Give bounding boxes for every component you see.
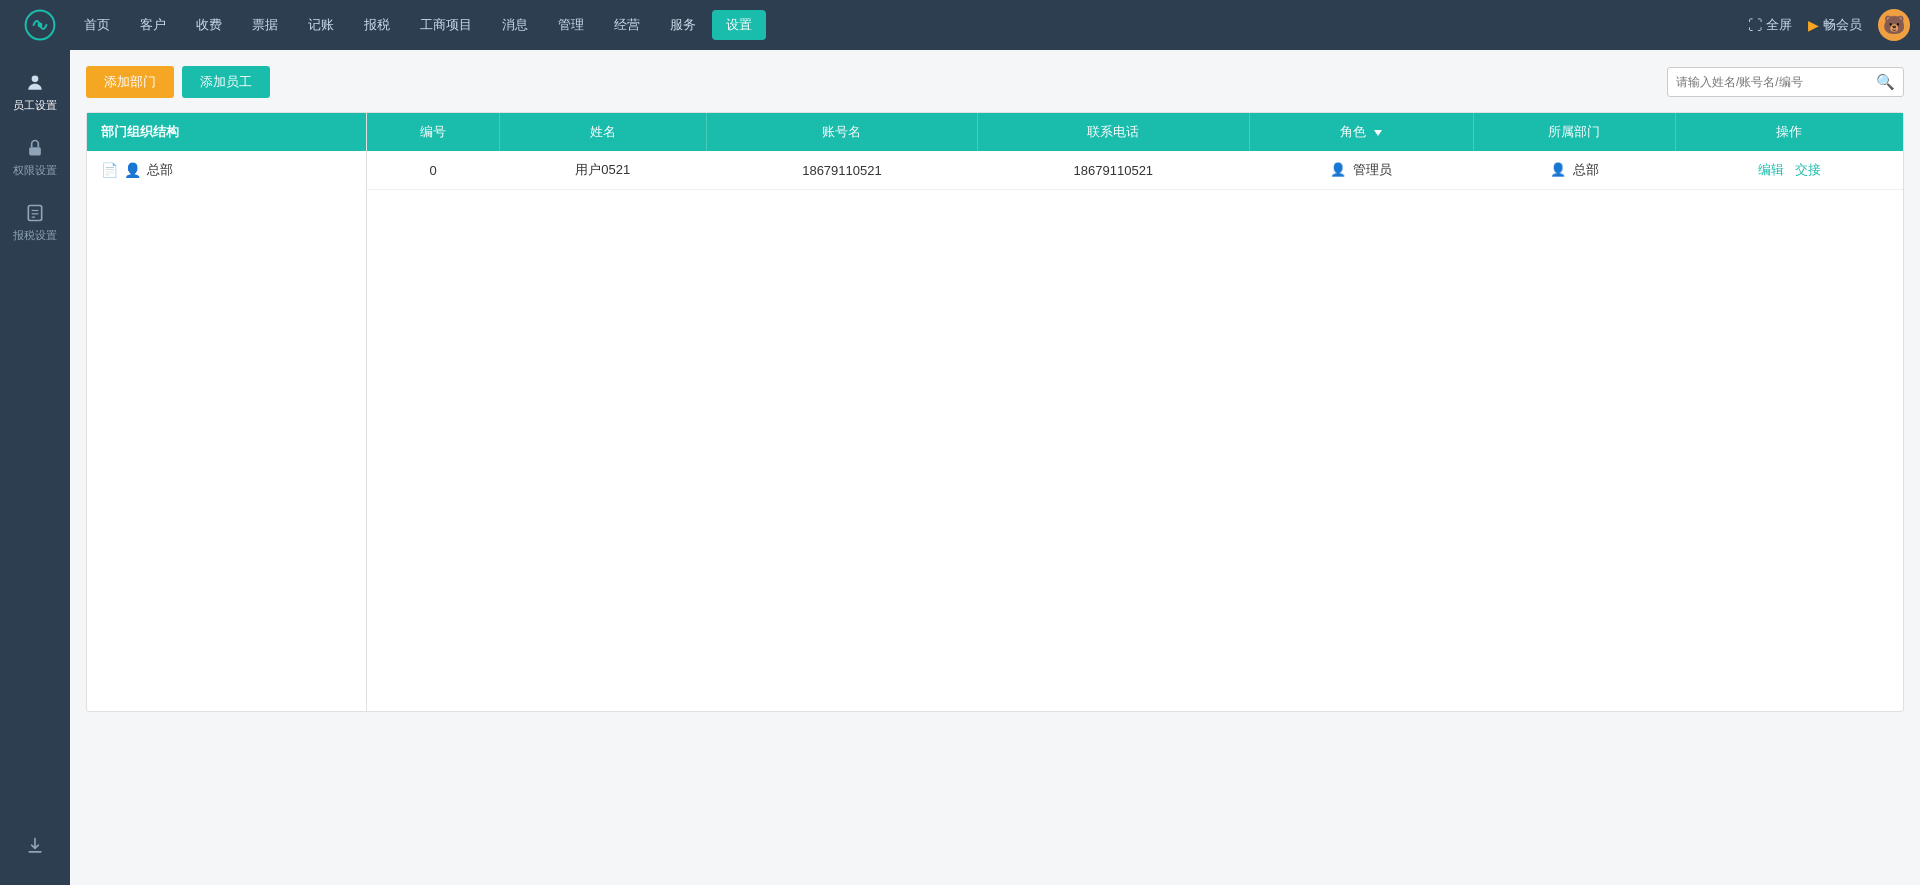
table-row: 0 用户0521 18679110521 18679110521 👤 管理员 👤… [367, 151, 1903, 190]
col-header-name: 姓名 [499, 113, 706, 151]
add-employee-button[interactable]: 添加员工 [182, 66, 270, 98]
filter-icon [1374, 130, 1382, 136]
svg-point-2 [32, 76, 39, 83]
fullscreen-button[interactable]: ⛶ 全屏 [1748, 16, 1792, 34]
download-icon [24, 835, 46, 857]
add-dept-button[interactable]: 添加部门 [86, 66, 174, 98]
sidebar-item-permission[interactable]: 权限设置 [0, 125, 70, 190]
col-header-account: 账号名 [706, 113, 977, 151]
nav-item-fee[interactable]: 收费 [182, 10, 236, 40]
role-user-icon: 👤 [1330, 162, 1346, 177]
col-header-id: 编号 [367, 113, 499, 151]
nav-item-settings[interactable]: 设置 [712, 10, 766, 40]
dept-row-icon: 👤 [1550, 162, 1566, 177]
nav-item-manage[interactable]: 管理 [544, 10, 598, 40]
col-header-dept: 所属部门 [1473, 113, 1675, 151]
search-box: 🔍 [1667, 67, 1904, 97]
nav-item-bizproject[interactable]: 工商项目 [406, 10, 486, 40]
tree-panel: 部门组织结构 📄 👤 总部 [87, 113, 367, 711]
tax-icon [24, 202, 46, 224]
col-header-phone: 联系电话 [978, 113, 1249, 151]
svg-point-1 [38, 23, 43, 28]
nav-item-customer[interactable]: 客户 [126, 10, 180, 40]
layout: 员工设置 权限设置 报税设置 [0, 50, 1920, 885]
search-icon: 🔍 [1876, 73, 1895, 90]
top-nav: 首页 客户 收费 票据 记账 报税 工商项目 消息 管理 经营 服务 设置 ⛶ … [0, 0, 1920, 50]
employee-table: 编号 姓名 账号名 联系电话 角色 所属部门 操作 [367, 113, 1903, 190]
sidebar-item-employee-label: 员工设置 [13, 98, 57, 113]
cell-name: 用户0521 [499, 151, 706, 190]
vip-label: 畅会员 [1823, 16, 1862, 34]
tree-item-headquarters[interactable]: 📄 👤 总部 [87, 151, 366, 189]
nav-item-bookkeeping[interactable]: 记账 [294, 10, 348, 40]
sidebar-item-permission-label: 权限设置 [13, 163, 57, 178]
nav-item-bill[interactable]: 票据 [238, 10, 292, 40]
sidebar-bottom [19, 823, 51, 885]
nav-item-operation[interactable]: 经营 [600, 10, 654, 40]
svg-rect-8 [28, 851, 41, 853]
vip-button[interactable]: ▶ 畅会员 [1808, 16, 1862, 34]
handover-link[interactable]: 交接 [1795, 162, 1821, 177]
table-panel: 编号 姓名 账号名 联系电话 角色 所属部门 操作 [367, 113, 1903, 711]
toolbar: 添加部门 添加员工 🔍 [86, 66, 1904, 98]
search-input[interactable] [1676, 75, 1876, 89]
cell-phone: 18679110521 [978, 151, 1249, 190]
sidebar-item-taxsetting-label: 报税设置 [13, 228, 57, 243]
file-icon: 📄 [101, 162, 118, 178]
svg-rect-4 [28, 206, 41, 221]
cell-action: 编辑 交接 [1675, 151, 1903, 190]
edit-link[interactable]: 编辑 [1758, 162, 1784, 177]
dept-label: 总部 [147, 161, 173, 179]
sidebar-item-download[interactable] [19, 823, 51, 869]
cell-account: 18679110521 [706, 151, 977, 190]
nav-item-message[interactable]: 消息 [488, 10, 542, 40]
col-header-action: 操作 [1675, 113, 1903, 151]
fullscreen-label: 全屏 [1766, 16, 1792, 34]
sidebar-item-employee[interactable]: 员工设置 [0, 60, 70, 125]
nav-item-home[interactable]: 首页 [70, 10, 124, 40]
fullscreen-icon: ⛶ [1748, 17, 1762, 33]
nav-item-service[interactable]: 服务 [656, 10, 710, 40]
nav-items: 首页 客户 收费 票据 记账 报税 工商项目 消息 管理 经营 服务 设置 [70, 10, 1748, 40]
content-area: 部门组织结构 📄 👤 总部 编号 姓名 账号名 联系电话 [86, 112, 1904, 712]
vip-icon: ▶ [1808, 17, 1819, 33]
avatar[interactable]: 🐻 [1878, 9, 1910, 41]
nav-right: ⛶ 全屏 ▶ 畅会员 🐻 [1748, 9, 1910, 41]
search-button[interactable]: 🔍 [1876, 73, 1895, 91]
logo [10, 9, 70, 41]
svg-rect-3 [29, 147, 41, 155]
dept-user-icon: 👤 [124, 162, 141, 178]
cell-role: 👤 管理员 [1249, 151, 1473, 190]
main-content: 添加部门 添加员工 🔍 部门组织结构 📄 👤 总部 [70, 50, 1920, 885]
lock-icon [24, 137, 46, 159]
sidebar: 员工设置 权限设置 报税设置 [0, 50, 70, 885]
col-header-role: 角色 [1249, 113, 1473, 151]
nav-item-tax[interactable]: 报税 [350, 10, 404, 40]
sidebar-item-taxsetting[interactable]: 报税设置 [0, 190, 70, 255]
cell-dept: 👤 总部 [1473, 151, 1675, 190]
tree-header: 部门组织结构 [87, 113, 366, 151]
person-icon [24, 72, 46, 94]
cell-id: 0 [367, 151, 499, 190]
